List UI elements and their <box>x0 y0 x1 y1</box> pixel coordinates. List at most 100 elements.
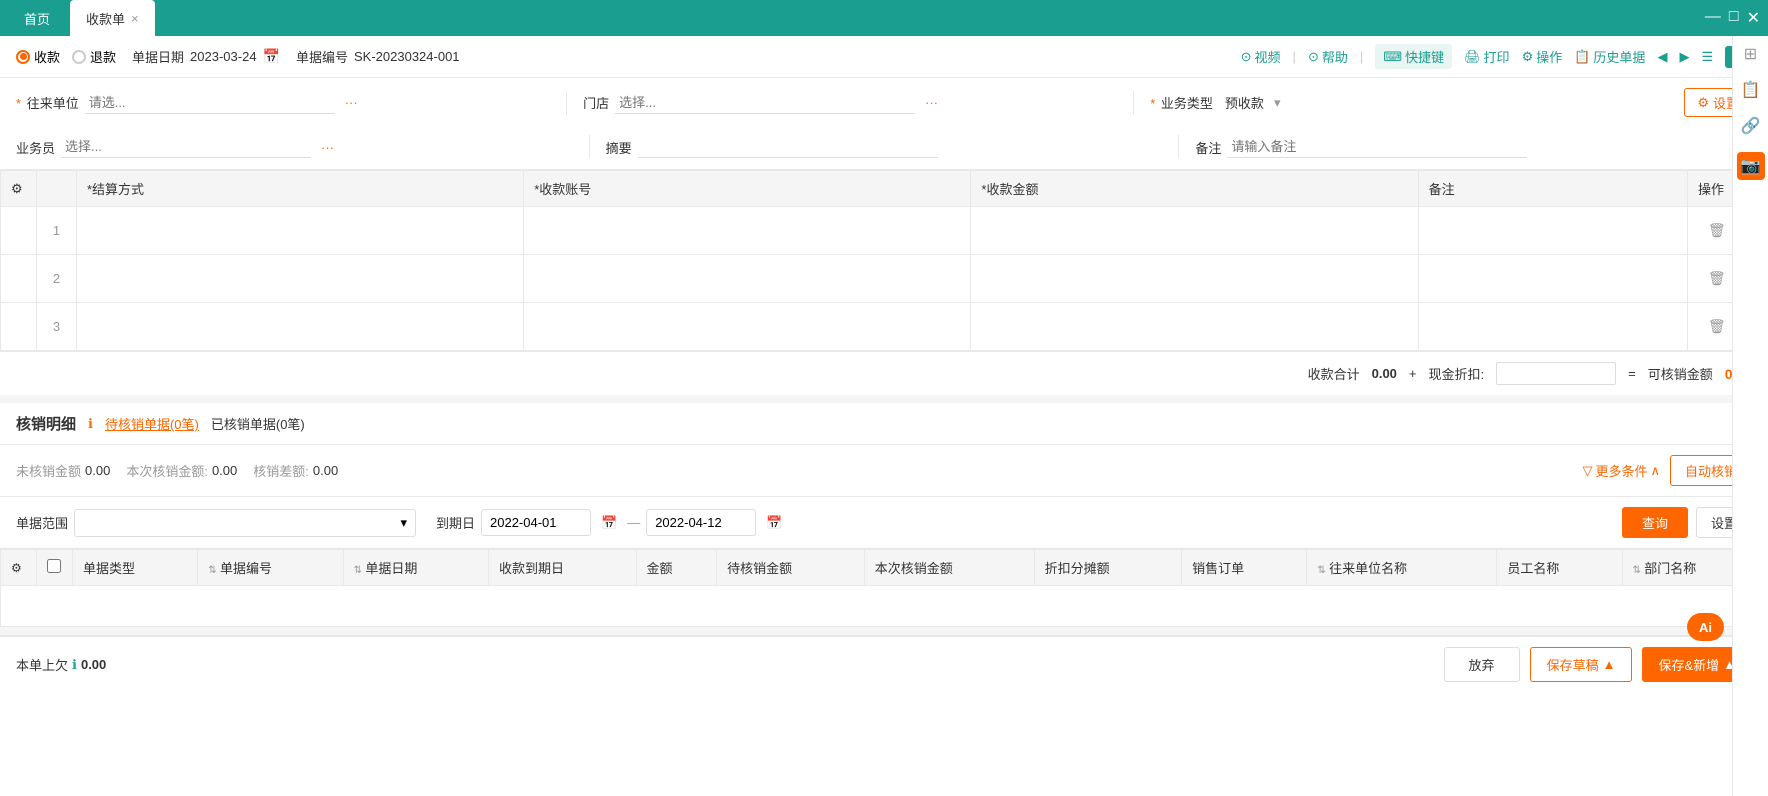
operation-btn[interactable]: ⚙ 操作 <box>1522 47 1563 66</box>
calendar-icon[interactable]: 📅 <box>263 48 280 65</box>
bottom-tbody <box>1 586 1768 627</box>
calendar-to-icon[interactable]: 📅 <box>766 515 782 531</box>
row-amount-cell[interactable] <box>971 303 1418 351</box>
calendar-from-icon[interactable]: 📅 <box>601 515 617 531</box>
store-input[interactable] <box>615 92 915 114</box>
salesman-field: 业务员 ··· <box>16 136 573 158</box>
filter-right: ▽ 更多条件 ∧ 自动核销 <box>1582 455 1752 486</box>
bottom-col-sales-order: 销售订单 <box>1182 550 1307 586</box>
maximize-btn[interactable]: □ <box>1729 8 1739 28</box>
ai-badge[interactable]: Ai <box>1687 613 1724 641</box>
current-value: 0.00 <box>212 463 237 478</box>
summary-row: 收款合计 0.00 + 现金折扣: = 可核销金额 0.00 <box>0 351 1768 395</box>
due-date-to-input[interactable] <box>646 509 756 536</box>
history-btn[interactable]: 📋 历史单据 <box>1574 47 1645 66</box>
nav-prev-btn[interactable]: ◀ <box>1657 49 1667 65</box>
salesman-input[interactable] <box>61 136 311 158</box>
bottom-col-gear[interactable]: ⚙ <box>1 550 37 586</box>
store-dots-btn[interactable]: ··· <box>921 95 942 110</box>
nav-next-btn[interactable]: ▶ <box>1679 49 1689 65</box>
equals-sign: = <box>1628 366 1636 381</box>
row-settle-cell[interactable] <box>77 303 524 351</box>
divider1 <box>566 91 567 115</box>
note-input[interactable] <box>1227 136 1527 158</box>
print-btn[interactable]: 🖨 打印 <box>1464 47 1510 66</box>
radio-receipt[interactable]: 收款 <box>16 47 60 66</box>
footer-info: 本单上欠 ℹ 0.00 <box>16 655 106 674</box>
from-unit-dots-btn[interactable]: ··· <box>341 95 362 110</box>
row-amount-cell[interactable] <box>971 255 1418 303</box>
row-note-cell[interactable] <box>1418 303 1687 351</box>
sort-date-icon[interactable]: ⇅ <box>354 565 362 576</box>
close-btn[interactable]: ✕ <box>1747 8 1760 28</box>
total-value: 0.00 <box>1372 366 1397 381</box>
video-btn[interactable]: ⊙ 视频 <box>1241 47 1281 66</box>
tab-receipt[interactable]: 收款单 × <box>70 0 155 36</box>
business-type-arrow[interactable]: ▾ <box>1274 95 1281 111</box>
row-settle-cell[interactable] <box>77 255 524 303</box>
range-select[interactable]: ▾ <box>74 509 416 537</box>
help-icon: ⊙ <box>1308 49 1319 65</box>
empty-row <box>1 586 1768 627</box>
operation-label: 操作 <box>1536 47 1562 66</box>
done-link[interactable]: 已核销单据(0笔) <box>211 414 305 433</box>
row-note-cell[interactable] <box>1418 255 1687 303</box>
col-gear[interactable]: ⚙ <box>1 171 37 207</box>
help-btn[interactable]: ⊙ 帮助 <box>1308 47 1348 66</box>
sidebar-table-icon[interactable]: ⊞ <box>1744 44 1757 64</box>
pending-link[interactable]: 待核销单据(0笔) <box>105 414 199 433</box>
sidebar-copy-icon[interactable]: 📋 <box>1741 80 1761 100</box>
discard-button[interactable]: 放弃 <box>1444 647 1520 682</box>
date-value: 2023-03-24 <box>190 49 257 64</box>
form-area: * 往来单位 ··· 门店 ··· * 业务类型 预收款 ▾ <box>0 78 1768 170</box>
table-header-row: ⚙ *结算方式 *收款账号 *收款金额 备注 操作 <box>1 171 1768 207</box>
summary-input[interactable] <box>638 136 938 158</box>
tab-home[interactable]: 首页 <box>8 0 66 36</box>
discount-input[interactable] <box>1496 362 1616 385</box>
row-note-cell[interactable] <box>1418 207 1687 255</box>
date-field: 单据日期 2023-03-24 📅 <box>132 47 280 66</box>
business-type-field: * 业务类型 预收款 ▾ <box>1150 93 1684 112</box>
salesman-dots-btn[interactable]: ··· <box>317 140 338 155</box>
row-delete-icon[interactable]: 🗑 <box>1708 318 1726 334</box>
row-account-cell[interactable] <box>524 207 971 255</box>
more-filter-btn[interactable]: ▽ 更多条件 ∧ <box>1582 461 1660 480</box>
sort-no-icon[interactable]: ⇅ <box>208 565 216 576</box>
shortcut-btn[interactable]: ⌨ 快捷键 <box>1375 44 1452 69</box>
sidebar-camera-icon[interactable]: 📷 <box>1737 152 1765 180</box>
summary-label: 摘要 <box>606 138 632 157</box>
print-label: 打印 <box>1484 47 1510 66</box>
sidebar-link-icon[interactable]: 🔗 <box>1741 116 1761 136</box>
bottom-col-from-unit: ⇅ 往来单位名称 <box>1307 550 1497 586</box>
row-gear-cell <box>1 303 37 351</box>
list-view-btn[interactable]: ☰ <box>1701 49 1713 65</box>
select-all-checkbox[interactable] <box>47 559 61 573</box>
tab-close-icon[interactable]: × <box>131 11 139 26</box>
from-unit-input[interactable] <box>85 92 335 114</box>
from-unit-field: * 往来单位 ··· <box>16 92 550 114</box>
minimize-btn[interactable]: — <box>1705 8 1721 28</box>
diff-value: 0.00 <box>313 463 338 478</box>
row-amount-cell[interactable] <box>971 207 1418 255</box>
radio-refund-label: 退款 <box>90 47 116 66</box>
row-delete-icon[interactable]: 🗑 <box>1708 222 1726 238</box>
radio-refund[interactable]: 退款 <box>72 47 116 66</box>
due-date-from-input[interactable] <box>481 509 591 536</box>
total-label: 收款合计 <box>1308 364 1360 383</box>
divider3 <box>589 135 590 159</box>
row-delete-icon[interactable]: 🗑 <box>1708 270 1726 286</box>
divider4 <box>1178 135 1179 159</box>
search-btn[interactable]: 查询 <box>1622 507 1688 538</box>
row-num-cell: 2 <box>37 255 77 303</box>
info-icon[interactable]: ℹ <box>72 657 77 673</box>
sort-from-unit-icon[interactable]: ⇅ <box>1317 565 1325 576</box>
col-settle: *结算方式 <box>77 171 524 207</box>
row-account-cell[interactable] <box>524 255 971 303</box>
section-info-icon[interactable]: ℹ <box>88 416 93 432</box>
draft-button[interactable]: 保存草稿 ▲ <box>1530 647 1633 682</box>
row-settle-cell[interactable] <box>77 207 524 255</box>
discount-label: 现金折扣: <box>1429 364 1485 383</box>
row-account-cell[interactable] <box>524 303 971 351</box>
sort-dept-icon[interactable]: ⇅ <box>1633 565 1641 576</box>
receipt-table: ⚙ *结算方式 *收款账号 *收款金额 备注 操作 1 <box>0 170 1768 351</box>
